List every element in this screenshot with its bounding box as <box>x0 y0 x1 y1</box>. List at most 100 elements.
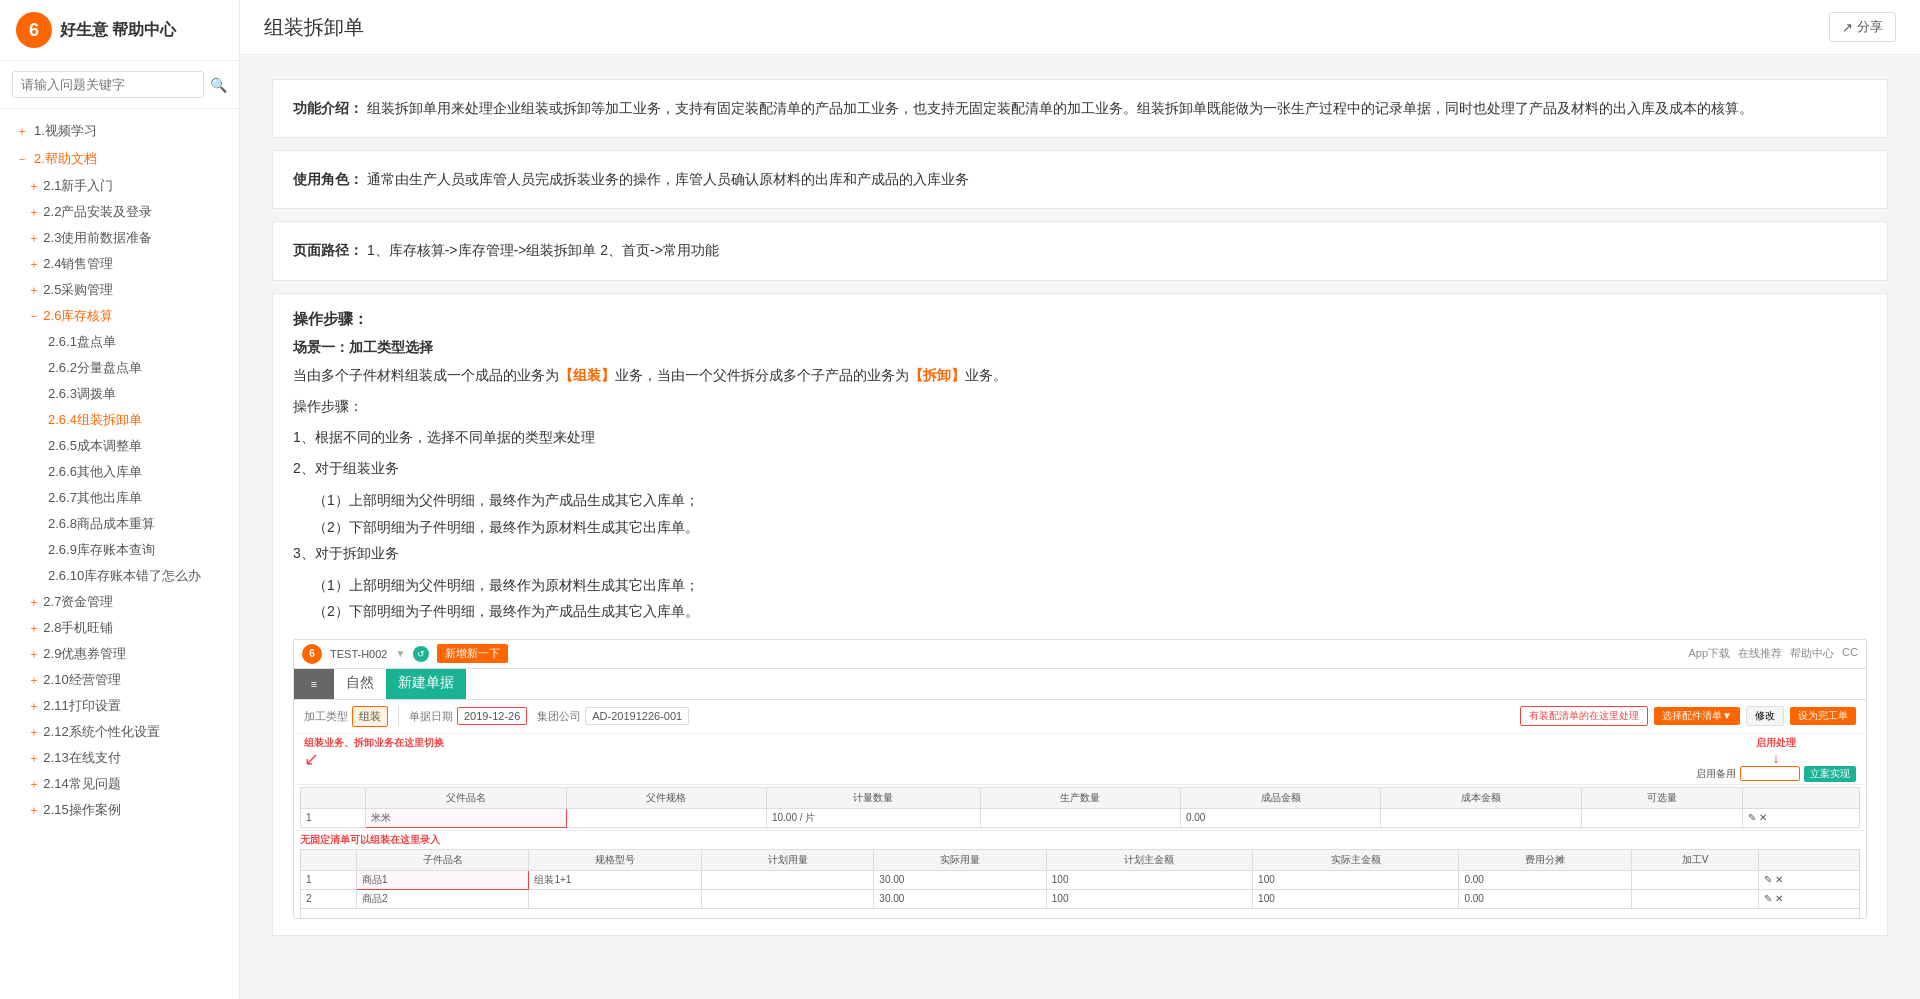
sidebar-item-265[interactable]: 2.6.5成本调整单 <box>0 433 239 459</box>
sidebar-item-28[interactable]: ＋ 2.8手机旺铺 <box>0 615 239 641</box>
mock-td2-name2: 商品2 <box>357 889 529 908</box>
mock-confirm-btn[interactable]: 设为完工单 <box>1790 707 1856 725</box>
mock-th-prod-qty: 生产数量 <box>980 787 1180 808</box>
mock-td2-actualamt2: 100 <box>1253 889 1459 908</box>
sidebar-item-22[interactable]: ＋ 2.2产品安装及登录 <box>0 199 239 225</box>
plus-icon: ＋ <box>28 595 43 609</box>
mock-doc-no: TEST-H002 <box>330 648 387 660</box>
mock-td2-op2 <box>1631 889 1758 908</box>
mock-td2-spec: 组装1+1 <box>529 870 701 889</box>
sidebar-item-27[interactable]: ＋ 2.7资金管理 <box>0 589 239 615</box>
mock-type-select[interactable]: 组装 <box>352 706 388 727</box>
mock-date-value[interactable]: 2019-12-26 <box>457 707 527 725</box>
search-input[interactable] <box>12 71 204 98</box>
mock-th-avail-qty: 可选量 <box>1581 787 1742 808</box>
sidebar-item-269[interactable]: 2.6.9库存账本查询 <box>0 537 239 563</box>
search-bar: 🔍 <box>0 61 239 109</box>
step3-1: （1）上部明细为父件明细，最终作为原材料生成其它出库单； <box>313 572 1867 599</box>
mock-enable-input[interactable] <box>1740 766 1800 781</box>
nav-label: 2.6库存核算 <box>43 308 113 323</box>
mock-table1-row: 1 米米 10.00 / 片 0.00 ✎ ✕ <box>301 808 1860 827</box>
sidebar-item-211[interactable]: ＋ 2.11打印设置 <box>0 693 239 719</box>
mock-th-prod-amt: 成品金额 <box>1180 787 1380 808</box>
path-block: 页面路径： 1、库存核算->库存管理->组装拆卸单 2、首页->常用功能 <box>272 221 1888 280</box>
nav-label: 2.9优惠券管理 <box>43 646 126 661</box>
mock-save-config-btn[interactable]: 选择配件清单▼ <box>1654 707 1740 725</box>
mock-td2-edit: ✎ ✕ <box>1759 870 1860 889</box>
sidebar-item-29[interactable]: ＋ 2.9优惠券管理 <box>0 641 239 667</box>
plus-icon: ＋ <box>28 673 43 687</box>
mock-th-checkbox <box>301 787 366 808</box>
nav-label: 2.7资金管理 <box>43 594 113 609</box>
sidebar-item-263[interactable]: 2.6.3调拨单 <box>0 381 239 407</box>
mock-header-btns: 有装配清单的在这里处理 选择配件清单▼ 修改 设为完工单 <box>1520 706 1856 726</box>
sidebar-item-23[interactable]: ＋ 2.3使用前数据准备 <box>0 225 239 251</box>
sidebar-item-213[interactable]: ＋ 2.13在线支付 <box>0 745 239 771</box>
mock-table2: 子件品名 规格型号 计划用量 实际用量 计划主金额 实际主金额 费用分摊 加工V <box>300 849 1860 919</box>
sidebar-item-262[interactable]: 2.6.2分量盘点单 <box>0 355 239 381</box>
sidebar-item-215[interactable]: ＋ 2.15操作案例 <box>0 797 239 823</box>
mock-td-parent-name: 米米 <box>366 808 566 827</box>
nav-label: 2.6.2分量盘点单 <box>48 360 142 375</box>
sidebar-header: 6 好生意 帮助中心 <box>0 0 239 61</box>
mock-td2-actualamt: 100 <box>1253 870 1459 889</box>
plus-icon: ＋ <box>28 231 43 245</box>
mock-form-area: 加工类型 组装 单据日期 2019-12-26 集团公司 AD-20191226… <box>294 700 1866 734</box>
mock-th-parent-spec: 父件规格 <box>566 787 766 808</box>
mock-tab-home[interactable]: 自然 <box>334 669 386 699</box>
mock-enable-btn[interactable]: 立案实现 <box>1804 766 1856 782</box>
mock-th2-fee: 费用分摊 <box>1459 849 1631 870</box>
mock-app-bar: 6 TEST-H002 ▼ ↺ 新增新一下 App下载 在线推荐 帮助中心 CC <box>294 640 1866 669</box>
mock-assembly-value: AD-20191226-001 <box>585 707 689 725</box>
steps-title: 操作步骤： <box>293 310 1867 329</box>
mock-td2-name: 商品1 <box>357 870 529 889</box>
mock-th2-actions <box>1759 849 1860 870</box>
sidebar-item-21[interactable]: ＋ 2.1新手入门 <box>0 173 239 199</box>
sidebar-item-26[interactable]: － 2.6库存核算 <box>0 303 239 329</box>
plus-icon: ＋ <box>28 283 43 297</box>
search-icon[interactable]: 🔍 <box>210 77 227 93</box>
sidebar-item-261[interactable]: 2.6.1盘点单 <box>0 329 239 355</box>
share-button[interactable]: ↗ 分享 <box>1829 12 1896 42</box>
mock-td2-plan2 <box>701 889 873 908</box>
steps-desc2: 操作步骤： <box>293 394 1867 419</box>
mock-arrow-down2: ↓ <box>1773 750 1780 766</box>
mock-top-app: App下载 <box>1689 646 1731 661</box>
sidebar-item-214[interactable]: ＋ 2.14常见问题 <box>0 771 239 797</box>
sidebar-item-267[interactable]: 2.6.7其他出库单 <box>0 485 239 511</box>
plus-icon: ＋ <box>28 725 43 739</box>
mock-top-help: 帮助中心 <box>1790 646 1834 661</box>
mock-th2-actual-amt: 实际主金额 <box>1253 849 1459 870</box>
mock-td-plan-qty: 10.00 / 片 <box>766 808 980 827</box>
step1: 1、根据不同的业务，选择不同单据的类型来处理 <box>293 425 1867 450</box>
mock-th2-spec: 规格型号 <box>529 849 701 870</box>
mock-action-btn[interactable]: 修改 <box>1746 706 1784 726</box>
sidebar-item-210[interactable]: ＋ 2.10经营管理 <box>0 667 239 693</box>
sidebar-item-268[interactable]: 2.6.8商品成本重算 <box>0 511 239 537</box>
mock-ann-assembly-text: 组装业务、拆卸业务在这里切换 <box>304 736 444 750</box>
role-text: 通常由生产人员或库管人员完成拆装业务的操作，库管人员确认原材料的出库和产成品的入… <box>367 171 969 187</box>
mock-th-action <box>1742 787 1859 808</box>
sidebar-item-2610[interactable]: 2.6.10库存账本错了怎么办 <box>0 563 239 589</box>
sidebar-item-25[interactable]: ＋ 2.5采购管理 <box>0 277 239 303</box>
sidebar-item-264[interactable]: 2.6.4组装拆卸单 <box>0 407 239 433</box>
sidebar-item-24[interactable]: ＋ 2.4销售管理 <box>0 251 239 277</box>
sidebar-item-266[interactable]: 2.6.6其他入库单 <box>0 459 239 485</box>
sidebar-item-video[interactable]: ＋ 1.视频学习 <box>0 117 239 145</box>
mock-td2-fee2: 0.00 <box>1459 889 1631 908</box>
mock-td2-actual: 30.00 <box>874 870 1046 889</box>
mock-new-btn[interactable]: 新增新一下 <box>437 644 508 663</box>
sidebar-item-docs[interactable]: － 2.帮助文档 <box>0 145 239 173</box>
mock-tab-new[interactable]: 新建单据 <box>386 669 466 699</box>
nav-label: 2.5采购管理 <box>43 282 113 297</box>
plus-icon: ＋ <box>28 699 43 713</box>
step2-1: （1）上部明细为父件明细，最终作为产成品生成其它入库单； <box>313 487 1867 514</box>
mock-th2-op: 加工V <box>1631 849 1758 870</box>
mock-assembly-group: 集团公司 AD-20191226-001 <box>537 707 689 725</box>
nav-label: 2.12系统个性化设置 <box>43 724 159 739</box>
mock-td-avail-qty <box>1581 808 1742 827</box>
plus-icon: ＋ <box>28 179 43 193</box>
mock-td2-fee: 0.00 <box>1459 870 1631 889</box>
path-label: 页面路径： <box>293 242 363 258</box>
sidebar-item-212[interactable]: ＋ 2.12系统个性化设置 <box>0 719 239 745</box>
